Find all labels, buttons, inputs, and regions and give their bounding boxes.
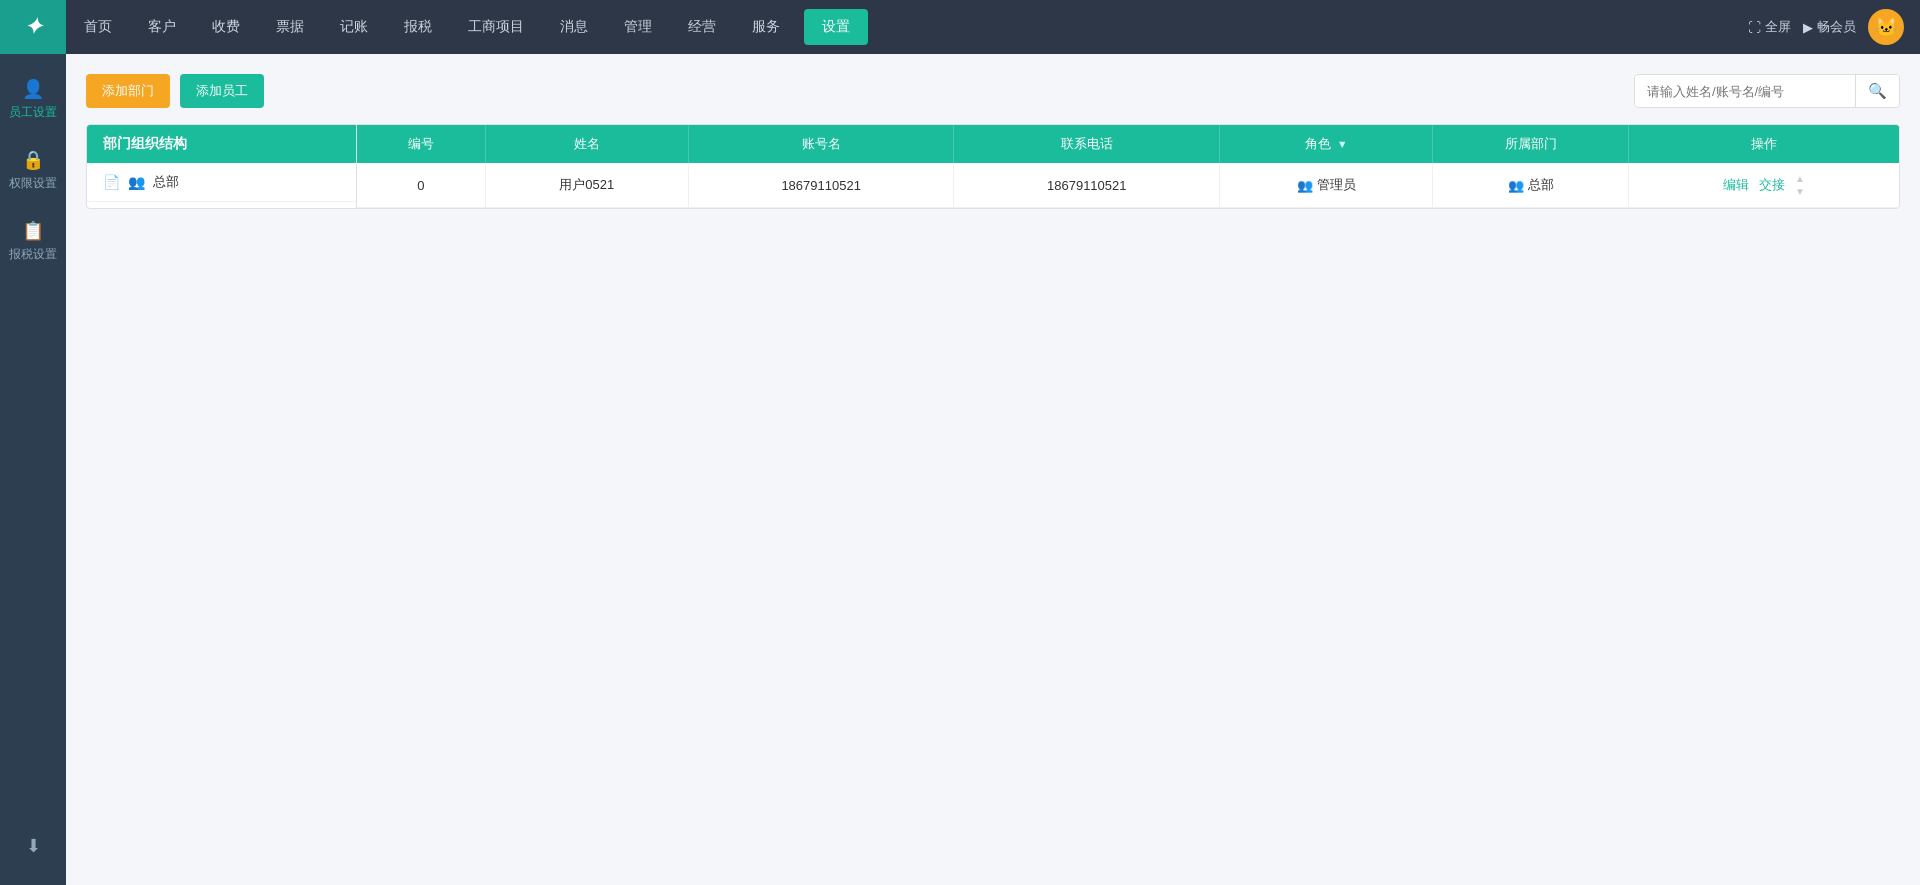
row-scroll[interactable]: ▲ ▼	[1795, 173, 1805, 197]
logo-icon: ✦	[24, 14, 42, 40]
search-button[interactable]: 🔍	[1855, 75, 1899, 107]
download-icon: ⬇	[26, 835, 41, 857]
employee-icon: 👤	[22, 78, 44, 100]
col-header-dept: 所属部门	[1433, 125, 1629, 163]
cell-phone: 18679110521	[954, 163, 1220, 208]
sidebar-item-employee[interactable]: 👤 员工设置	[0, 64, 66, 135]
search-area: 🔍	[1634, 74, 1900, 108]
cell-actions: 编辑 交接 ▲ ▼	[1629, 163, 1899, 208]
cell-name: 用户0521	[485, 163, 688, 208]
scroll-up-icon: ▲	[1795, 173, 1805, 184]
sidebar-item-permissions[interactable]: 🔒 权限设置	[0, 135, 66, 206]
transfer-button[interactable]: 交接	[1759, 176, 1785, 194]
main-layout: 👤 员工设置 🔒 权限设置 📋 报税设置 ⬇ 添加部门 添加员工 🔍	[0, 54, 1920, 885]
nav-item-tax[interactable]: 报税	[386, 0, 450, 54]
sidebar-item-tax-settings[interactable]: 📋 报税设置	[0, 206, 66, 277]
top-nav: ✦ 首页 客户 收费 票据 记账 报税 工商项目 消息 管理 经营 服务 设置 …	[0, 0, 1920, 54]
nav-item-customer[interactable]: 客户	[130, 0, 194, 54]
nav-items: 首页 客户 收费 票据 记账 报税 工商项目 消息 管理 经营 服务 设置	[66, 0, 1748, 54]
toolbar: 添加部门 添加员工 🔍	[86, 74, 1900, 108]
emp-table: 编号 姓名 账号名 联系电话 角	[357, 125, 1899, 208]
add-dept-button[interactable]: 添加部门	[86, 74, 170, 108]
table-header: 编号 姓名 账号名 联系电话 角	[357, 125, 1899, 163]
scroll-down-icon: ▼	[1795, 186, 1805, 197]
cell-id: 0	[357, 163, 485, 208]
nav-item-invoice[interactable]: 票据	[258, 0, 322, 54]
nav-item-settings[interactable]: 设置	[804, 9, 868, 45]
tax-icon: 📋	[22, 220, 44, 242]
dept-name-general: 总部	[153, 173, 179, 191]
content-area: 添加部门 添加员工 🔍 部门组织结构 📄 👥 总部	[66, 54, 1920, 885]
logo-area[interactable]: ✦	[0, 0, 66, 54]
dept-user-icon: 👥	[128, 174, 145, 190]
cell-role: 👥 管理员	[1220, 163, 1433, 208]
sidebar-bottom: ⬇	[0, 823, 66, 885]
table-body: 0 用户0521 18679110521 18679110521 👥 管理员	[357, 163, 1899, 208]
nav-item-home[interactable]: 首页	[66, 0, 130, 54]
lock-icon: 🔒	[22, 149, 44, 171]
nav-item-message[interactable]: 消息	[542, 0, 606, 54]
member-icon: ▶	[1803, 20, 1813, 35]
search-icon: 🔍	[1868, 82, 1887, 99]
nav-item-operation[interactable]: 经营	[670, 0, 734, 54]
col-header-actions: 操作	[1629, 125, 1899, 163]
nav-right: ⛶ 全屏 ▶ 畅会员 🐱	[1748, 9, 1920, 45]
search-input[interactable]	[1635, 77, 1855, 106]
edit-button[interactable]: 编辑	[1723, 176, 1749, 194]
dept-tree: 部门组织结构 📄 👥 总部	[87, 125, 357, 208]
col-header-name: 姓名	[485, 125, 688, 163]
col-header-phone: 联系电话	[954, 125, 1220, 163]
sidebar: 👤 员工设置 🔒 权限设置 📋 报税设置 ⬇	[0, 54, 66, 885]
col-header-role[interactable]: 角色 ▼	[1220, 125, 1433, 163]
nav-item-business[interactable]: 工商项目	[450, 0, 542, 54]
table-row: 0 用户0521 18679110521 18679110521 👥 管理员	[357, 163, 1899, 208]
nav-item-manage[interactable]: 管理	[606, 0, 670, 54]
nav-item-fee[interactable]: 收费	[194, 0, 258, 54]
dept-file-icon: 📄	[103, 174, 120, 190]
col-header-account: 账号名	[688, 125, 954, 163]
dept-tree-header: 部门组织结构	[87, 125, 356, 163]
add-emp-button[interactable]: 添加员工	[180, 74, 264, 108]
table-container: 部门组织结构 📄 👥 总部 编号 姓	[86, 124, 1900, 209]
fullscreen-icon: ⛶	[1748, 20, 1761, 35]
col-header-id: 编号	[357, 125, 485, 163]
fullscreen-button[interactable]: ⛶ 全屏	[1748, 18, 1791, 36]
role-user-icon: 👥	[1297, 178, 1313, 193]
avatar[interactable]: 🐱	[1868, 9, 1904, 45]
nav-item-accounting[interactable]: 记账	[322, 0, 386, 54]
avatar-icon: 🐱	[1875, 16, 1897, 38]
employee-table: 编号 姓名 账号名 联系电话 角	[357, 125, 1899, 208]
sidebar-download[interactable]: ⬇	[0, 823, 66, 869]
nav-item-service[interactable]: 服务	[734, 0, 798, 54]
dept-tree-item-general[interactable]: 📄 👥 总部	[87, 163, 356, 202]
member-button[interactable]: ▶ 畅会员	[1803, 18, 1856, 36]
dept-user-icon-cell: 👥	[1508, 178, 1524, 193]
cell-dept: 👥 总部	[1433, 163, 1629, 208]
role-filter-icon: ▼	[1337, 138, 1348, 150]
cell-account: 18679110521	[688, 163, 954, 208]
